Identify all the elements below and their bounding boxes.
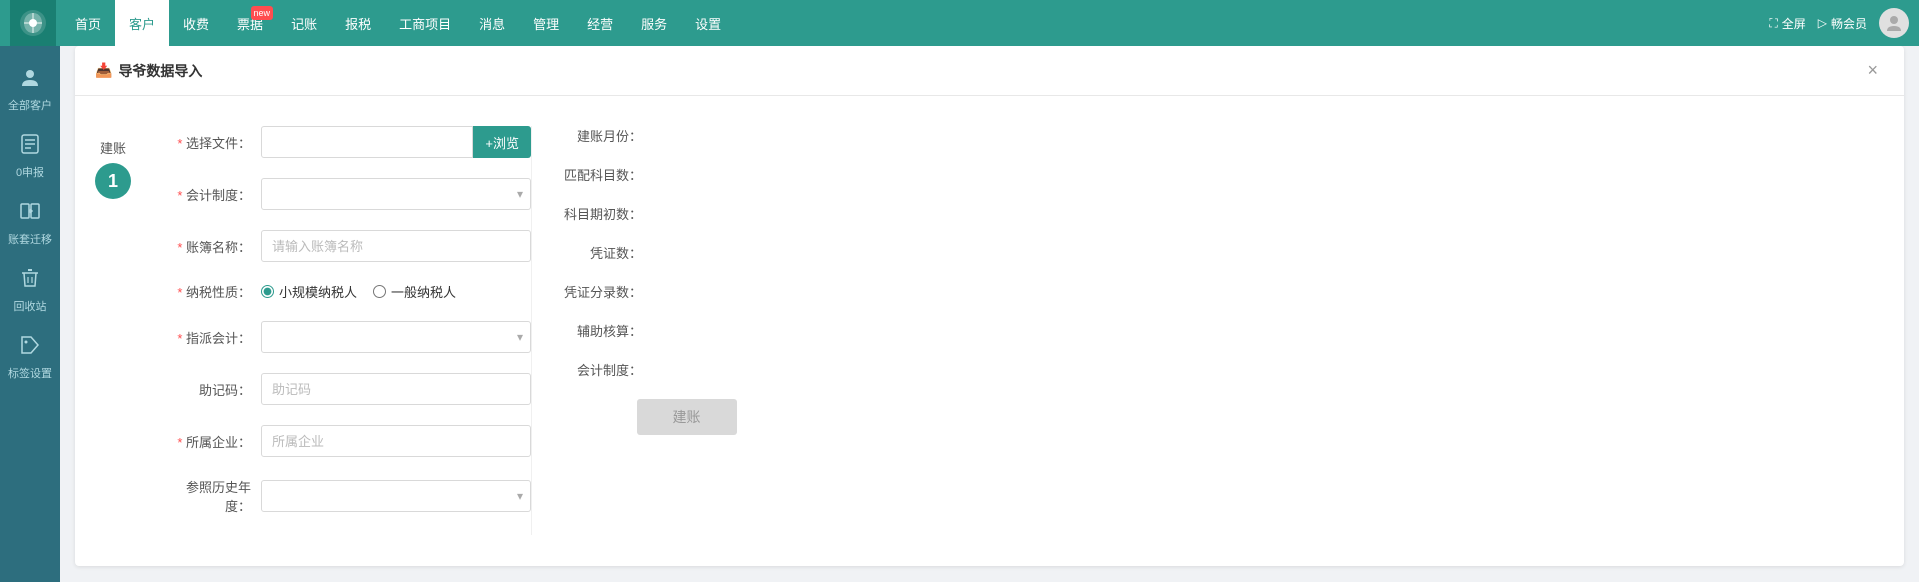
app-logo xyxy=(10,0,56,46)
memo-row: 助记码： xyxy=(171,373,531,405)
nav-items: 首页 客户 收费 票据 new 记账 报税 工商项目 消息 管理 经营 服务 设… xyxy=(61,0,1769,46)
nav-management[interactable]: 管理 xyxy=(519,0,573,46)
info-auxiliary-label: 辅助核算： xyxy=(562,321,652,340)
tag-settings-icon xyxy=(19,334,41,362)
info-voucher-entries-label: 凭证分录数： xyxy=(562,282,652,301)
ledger-name-input[interactable] xyxy=(261,230,531,262)
build-account-button[interactable]: 建账 xyxy=(637,399,737,435)
all-clients-icon xyxy=(19,66,41,94)
info-auxiliary: 辅助核算： xyxy=(562,321,811,340)
top-nav: 首页 客户 收费 票据 new 记账 报税 工商项目 消息 管理 经营 服务 设… xyxy=(0,0,1919,46)
tax-type-small-radio[interactable]: 小规模纳税人 xyxy=(261,282,357,301)
accounting-system-select[interactable] xyxy=(261,178,531,210)
company-input[interactable] xyxy=(261,425,531,457)
avatar[interactable] xyxy=(1879,8,1909,38)
history-year-select[interactable] xyxy=(261,480,531,512)
accountant-row: 指派会计： ▾ xyxy=(171,321,531,353)
accounting-system-row: 会计制度： ▾ xyxy=(171,178,531,210)
memo-input[interactable] xyxy=(261,373,531,405)
step-label: 建账 xyxy=(100,138,126,157)
history-year-row: 参照历史年度： ▾ xyxy=(171,477,531,515)
build-step: 建账 1 xyxy=(95,126,151,199)
info-vouchers: 凭证数： xyxy=(562,243,811,262)
accounting-system-label: 会计制度： xyxy=(171,185,261,204)
close-button[interactable]: × xyxy=(1861,58,1884,83)
account-migration-icon xyxy=(19,200,41,228)
sidebar-item-declaration[interactable]: 0申报 xyxy=(0,123,60,190)
main-panel: 📥 导爷数据导入 × 建账 1 选 xyxy=(75,46,1904,566)
sidebar-item-tag-settings[interactable]: 标签设置 xyxy=(0,324,60,391)
info-voucher-entries: 凭证分录数： xyxy=(562,282,811,301)
vip-button[interactable]: ▷ 畅会员 xyxy=(1818,15,1867,32)
ledger-name-row: 账簿名称： xyxy=(171,230,531,262)
fullscreen-button[interactable]: ⛶ 全屏 xyxy=(1769,15,1805,32)
recycle-bin-icon xyxy=(19,267,41,295)
browse-button[interactable]: +浏览 xyxy=(473,126,531,158)
panel-header: 📥 导爷数据导入 × xyxy=(75,46,1904,96)
company-row: 所属企业： xyxy=(171,425,531,457)
nav-fees[interactable]: 收费 xyxy=(169,0,223,46)
tax-type-radio-group: 小规模纳税人 一般纳税人 xyxy=(261,282,456,301)
nav-tax[interactable]: 报税 xyxy=(331,0,385,46)
accountant-select[interactable] xyxy=(261,321,531,353)
ledger-name-label: 账簿名称： xyxy=(171,237,261,256)
info-opening-balance: 科目期初数： xyxy=(562,204,811,223)
memo-label: 助记码： xyxy=(171,380,261,399)
tax-type-row: 纳税性质： 小规模纳税人 一般纳税人 xyxy=(171,282,531,301)
step-circle: 1 xyxy=(95,163,131,199)
sidebar-item-account-migration[interactable]: 账套迁移 xyxy=(0,190,60,257)
sidebar-item-all-clients[interactable]: 全部客户 xyxy=(0,56,60,123)
main-area: 📥 导爷数据导入 × 建账 1 选 xyxy=(60,46,1919,582)
info-match-subjects: 匹配科目数： xyxy=(562,165,811,184)
top-nav-right: ⛶ 全屏 ▷ 畅会员 xyxy=(1769,8,1909,38)
info-build-month: 建账月份： xyxy=(562,126,811,145)
info-opening-balance-label: 科目期初数： xyxy=(562,204,652,223)
import-icon: 📥 xyxy=(95,62,112,79)
nav-home[interactable]: 首页 xyxy=(61,0,115,46)
file-input[interactable] xyxy=(261,126,473,158)
nav-services[interactable]: 服务 xyxy=(627,0,681,46)
new-badge: new xyxy=(251,6,274,20)
fullscreen-icon: ⛶ xyxy=(1769,16,1777,31)
sidebar: 全部客户 0申报 账套迁移 xyxy=(0,46,60,582)
form-section: 选择文件： +浏览 会计制度： ▾ xyxy=(171,126,531,535)
nav-operations[interactable]: 经营 xyxy=(573,0,627,46)
info-vouchers-label: 凭证数： xyxy=(562,243,652,262)
file-label: 选择文件： xyxy=(171,133,261,152)
form-container: 建账 1 选择文件： +浏览 xyxy=(75,96,1904,565)
nav-messages[interactable]: 消息 xyxy=(465,0,519,46)
accountant-select-wrap: ▾ xyxy=(261,321,531,353)
history-year-label: 参照历史年度： xyxy=(171,477,261,515)
nav-business[interactable]: 工商项目 xyxy=(385,0,465,46)
nav-invoices[interactable]: 票据 new xyxy=(223,0,277,46)
info-accounting-system: 会计制度： xyxy=(562,360,811,379)
nav-settings[interactable]: 设置 xyxy=(681,0,735,46)
sidebar-item-recycle-bin[interactable]: 回收站 xyxy=(0,257,60,324)
info-build-month-label: 建账月份： xyxy=(562,126,652,145)
company-label: 所属企业： xyxy=(171,432,261,451)
accounting-system-select-wrap: ▾ xyxy=(261,178,531,210)
file-select-row: 选择文件： +浏览 xyxy=(171,126,531,158)
accountant-label: 指派会计： xyxy=(171,328,261,347)
tax-type-label: 纳税性质： xyxy=(171,282,261,301)
declaration-icon xyxy=(19,133,41,161)
info-match-subjects-label: 匹配科目数： xyxy=(562,165,652,184)
info-accounting-system-label: 会计制度： xyxy=(562,360,652,379)
vip-icon: ▷ xyxy=(1818,16,1827,30)
history-year-select-wrap: ▾ xyxy=(261,480,531,512)
panel-title: 📥 导爷数据导入 xyxy=(95,61,202,81)
nav-clients[interactable]: 客户 xyxy=(115,0,169,46)
info-section: 建账月份： 匹配科目数： 科目期初数： 凭证数： 凭证分录数： xyxy=(531,126,811,535)
tax-type-general-radio[interactable]: 一般纳税人 xyxy=(373,282,456,301)
nav-bookkeeping[interactable]: 记账 xyxy=(277,0,331,46)
